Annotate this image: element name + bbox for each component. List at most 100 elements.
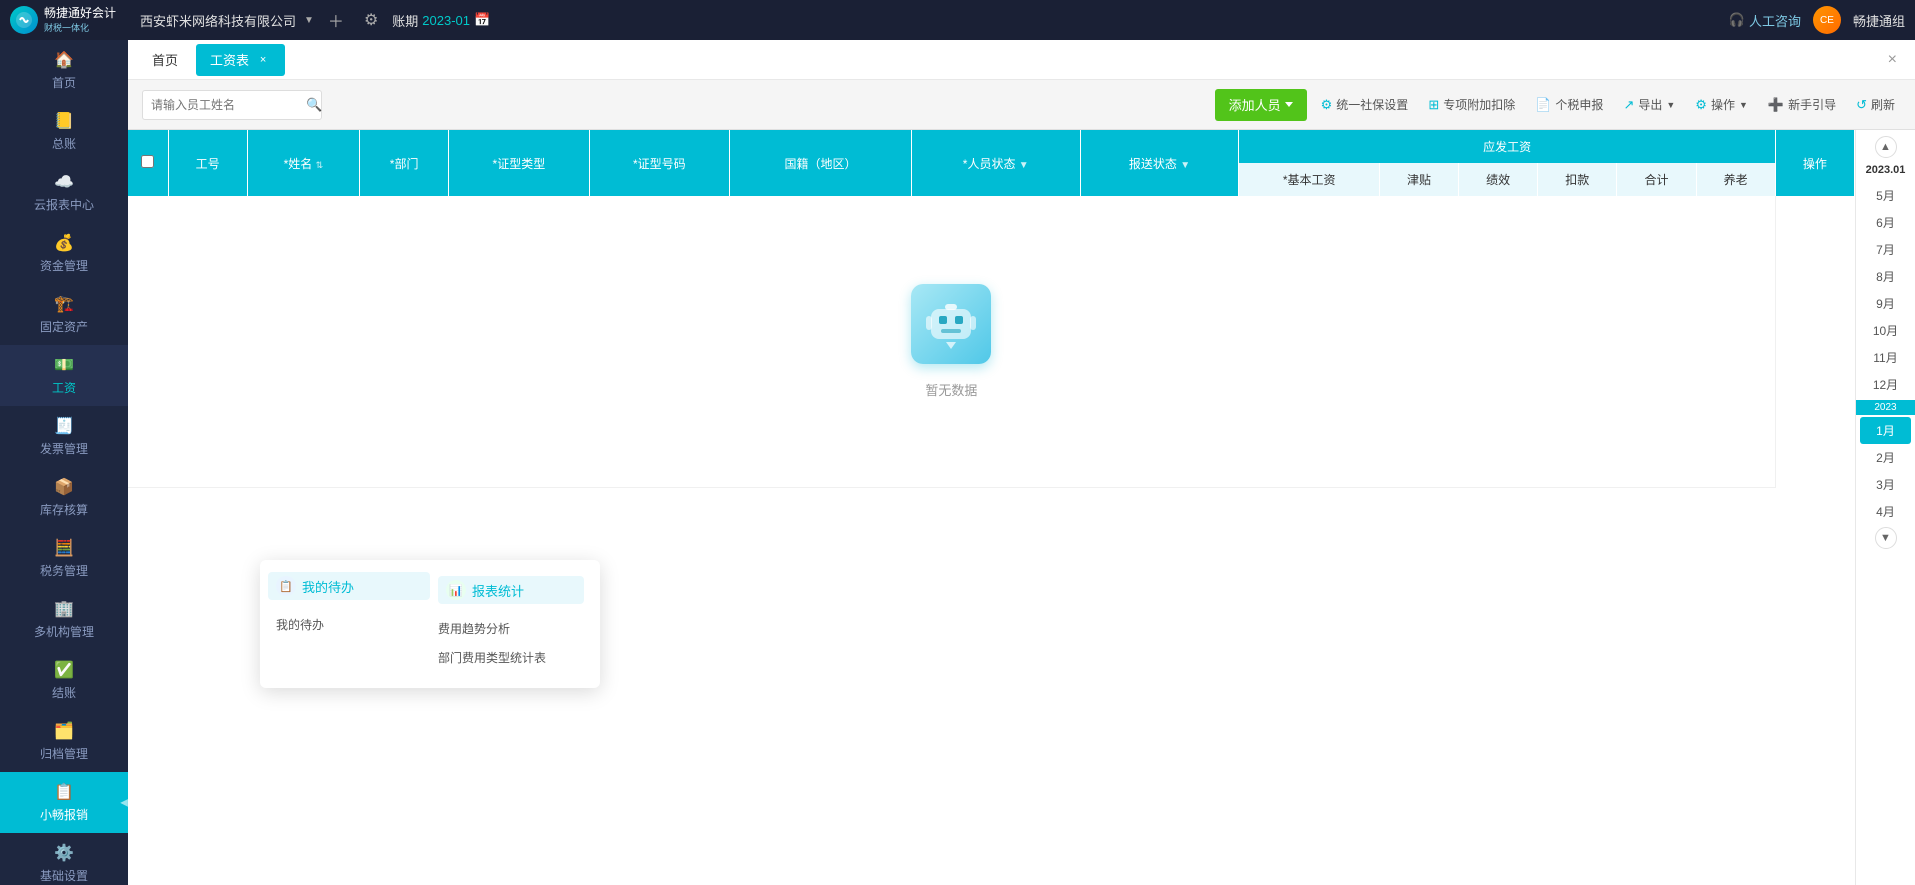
sidebar-item-tax[interactable]: 🧮 税务管理 [0, 528, 128, 589]
search-icon[interactable]: 🔍 [306, 97, 322, 113]
sidebar-label-fund: 资金管理 [40, 257, 88, 274]
th-deduction: 扣款 [1538, 163, 1617, 196]
timeline-up-btn[interactable]: ▲ [1875, 136, 1897, 158]
tab-salary-table[interactable]: 工资表 × [196, 44, 285, 76]
sidebar-label-settle: 结账 [52, 684, 76, 701]
menu-item-my-todo[interactable]: 我的待办 [276, 610, 422, 639]
sidebar-item-inventory[interactable]: 📦 库存核算 [0, 467, 128, 528]
tax-deduction-label: 专项附加扣除 [1443, 96, 1515, 113]
todo-icon: 📋 [276, 576, 296, 596]
sidebar-item-cloud-report[interactable]: ☁️ 云报表中心 [0, 162, 128, 223]
logo-sub-text: 财税一体化 [44, 21, 116, 34]
export-btn[interactable]: ↗ 导出 ▼ [1617, 90, 1681, 120]
add-employee-btn[interactable]: 添加人员 [1215, 89, 1307, 121]
sidebar-item-multi-org[interactable]: 🏢 多机构管理 [0, 589, 128, 650]
company-dropdown-icon[interactable]: ▼ [304, 15, 314, 26]
th-checkbox[interactable] [128, 130, 168, 196]
tab-close-btn[interactable]: × [255, 52, 271, 68]
settings-btn[interactable]: ⚙ [358, 10, 384, 30]
sidebar-item-salary[interactable]: 💵 工资 [0, 345, 128, 406]
period-value[interactable]: 2023-01 [422, 13, 470, 28]
search-input[interactable] [151, 98, 306, 112]
user-name[interactable]: 畅捷通组 [1853, 11, 1905, 30]
tab-salary-label: 工资表 [210, 50, 249, 69]
calendar-icon[interactable]: 📅 [474, 12, 490, 28]
timeline-month-9[interactable]: 9月 [1856, 290, 1915, 317]
name-sort-icon[interactable]: ⇅ [316, 160, 324, 170]
select-all-checkbox[interactable] [141, 155, 154, 168]
content-area: 首页 工资表 × × 🔍 添加人员 ⚙ 统一社保设置 [128, 40, 1915, 885]
close-all-tabs-btn[interactable]: × [1880, 51, 1905, 69]
report-title-label: 报表统计 [472, 581, 524, 600]
timeline-month-5[interactable]: 5月 [1856, 182, 1915, 209]
sidebar-item-settle[interactable]: ✅ 结账 [0, 650, 128, 711]
new-guide-btn[interactable]: ➕ 新手引导 [1762, 90, 1842, 120]
refresh-btn[interactable]: ↺ 刷新 [1850, 90, 1901, 120]
menu-item-cost-trend[interactable]: 费用趋势分析 [438, 614, 584, 643]
add-btn-label: 添加人员 [1229, 95, 1281, 114]
timeline-year-2023: 2023 [1856, 400, 1915, 415]
salary-table: 工号 *姓名 ⇅ *部门 *证型类型 *证型号码 国籍（地区） *人员状态 [128, 130, 1855, 488]
social-security-btn[interactable]: ⚙ 统一社保设置 [1315, 90, 1415, 120]
timeline-month-12[interactable]: 12月 [1856, 371, 1915, 398]
sidebar-item-general-ledger[interactable]: 📒 总账 [0, 101, 128, 162]
sidebar-item-fund[interactable]: 💰 资金管理 [0, 223, 128, 284]
settle-icon: ✅ [54, 660, 74, 680]
refresh-icon: ↺ [1856, 97, 1867, 113]
timeline-month-4[interactable]: 4月 [1856, 498, 1915, 525]
th-status[interactable]: *人员状态 ▼ [911, 130, 1080, 196]
timeline-month-8[interactable]: 8月 [1856, 263, 1915, 290]
empty-state: 暂无数据 [134, 204, 1769, 479]
report-status-filter-icon[interactable]: ▼ [1180, 160, 1190, 171]
sidebar-item-xiao-chang[interactable]: 📋 小畅报销 ◀ [0, 772, 128, 833]
sidebar-label-tax: 税务管理 [40, 562, 88, 579]
user-avatar[interactable]: CE [1813, 6, 1841, 34]
tab-home-label: 首页 [152, 50, 178, 69]
timeline-down-btn[interactable]: ▼ [1875, 527, 1897, 549]
dept-cost-label: 部门费用类型统计表 [438, 651, 546, 665]
timeline-month-7[interactable]: 7月 [1856, 236, 1915, 263]
ledger-icon: 📒 [54, 111, 74, 131]
tax-deduction-btn[interactable]: ⊞ 专项附加扣除 [1422, 90, 1521, 120]
timeline-month-3[interactable]: 3月 [1856, 471, 1915, 498]
status-filter-icon[interactable]: ▼ [1019, 160, 1029, 171]
inventory-icon: 📦 [54, 477, 74, 497]
th-country: 国籍（地区） [730, 130, 912, 196]
header-right: 🎧 人工咨询 CE 畅捷通组 [1729, 6, 1905, 34]
tax-report-btn[interactable]: 📄 个税申报 [1529, 90, 1609, 120]
menu-section-report-title[interactable]: 📊 报表统计 [438, 576, 584, 604]
sidebar-item-invoice[interactable]: 🧾 发票管理 [0, 406, 128, 467]
timeline-month-1-active[interactable]: 1月 [1860, 417, 1911, 444]
th-name[interactable]: *姓名 ⇅ [247, 130, 359, 196]
sidebar-item-archive[interactable]: 🗂️ 归档管理 [0, 711, 128, 772]
tax-report-label: 个税申报 [1555, 96, 1603, 113]
company-name[interactable]: 西安虾米网络科技有限公司 [140, 11, 296, 30]
sidebar-item-basic[interactable]: ⚙️ 基础设置 [0, 833, 128, 885]
timeline-month-2[interactable]: 2月 [1856, 444, 1915, 471]
tax-icon: 🧮 [54, 538, 74, 558]
todo-title-label: 我的待办 [302, 577, 354, 596]
timeline-month-10[interactable]: 10月 [1856, 317, 1915, 344]
sidebar-item-fixed-assets[interactable]: 🏗️ 固定资产 [0, 284, 128, 345]
top-header: 畅捷通好会计 财税一体化 西安虾米网络科技有限公司 ▼ ＋ ⚙ 账期 2023-… [0, 0, 1915, 40]
timeline-month-11[interactable]: 11月 [1856, 344, 1915, 371]
timeline-month-6[interactable]: 6月 [1856, 209, 1915, 236]
table-timeline-wrapper: 工号 *姓名 ⇅ *部门 *证型类型 *证型号码 国籍（地区） *人员状态 [128, 130, 1915, 885]
customer-service-btn[interactable]: 🎧 人工咨询 [1729, 11, 1801, 30]
menu-item-dept-cost[interactable]: 部门费用类型统计表 [438, 643, 584, 672]
my-todo-label: 我的待办 [276, 618, 324, 632]
period-area: 账期 2023-01 📅 [392, 11, 490, 30]
menu-section-report: 📊 报表统计 费用趋势分析 部门费用类型统计表 [438, 576, 584, 672]
operation-btn[interactable]: ⚙ 操作 ▼ [1689, 90, 1754, 120]
th-dept: *部门 [360, 130, 449, 196]
th-report-status-label: 报送状态 [1129, 157, 1177, 171]
th-report-status[interactable]: 报送状态 ▼ [1080, 130, 1239, 196]
tax-deduction-icon: ⊞ [1428, 97, 1439, 113]
sidebar-label-inventory: 库存核算 [40, 501, 88, 518]
logo-icon [10, 6, 38, 34]
tab-home[interactable]: 首页 [138, 44, 192, 76]
period-label: 账期 [392, 11, 418, 30]
add-company-btn[interactable]: ＋ [322, 8, 350, 32]
sidebar-item-home[interactable]: 🏠 首页 [0, 40, 128, 101]
menu-section-todo-title[interactable]: 📋 我的待办 [268, 572, 430, 600]
